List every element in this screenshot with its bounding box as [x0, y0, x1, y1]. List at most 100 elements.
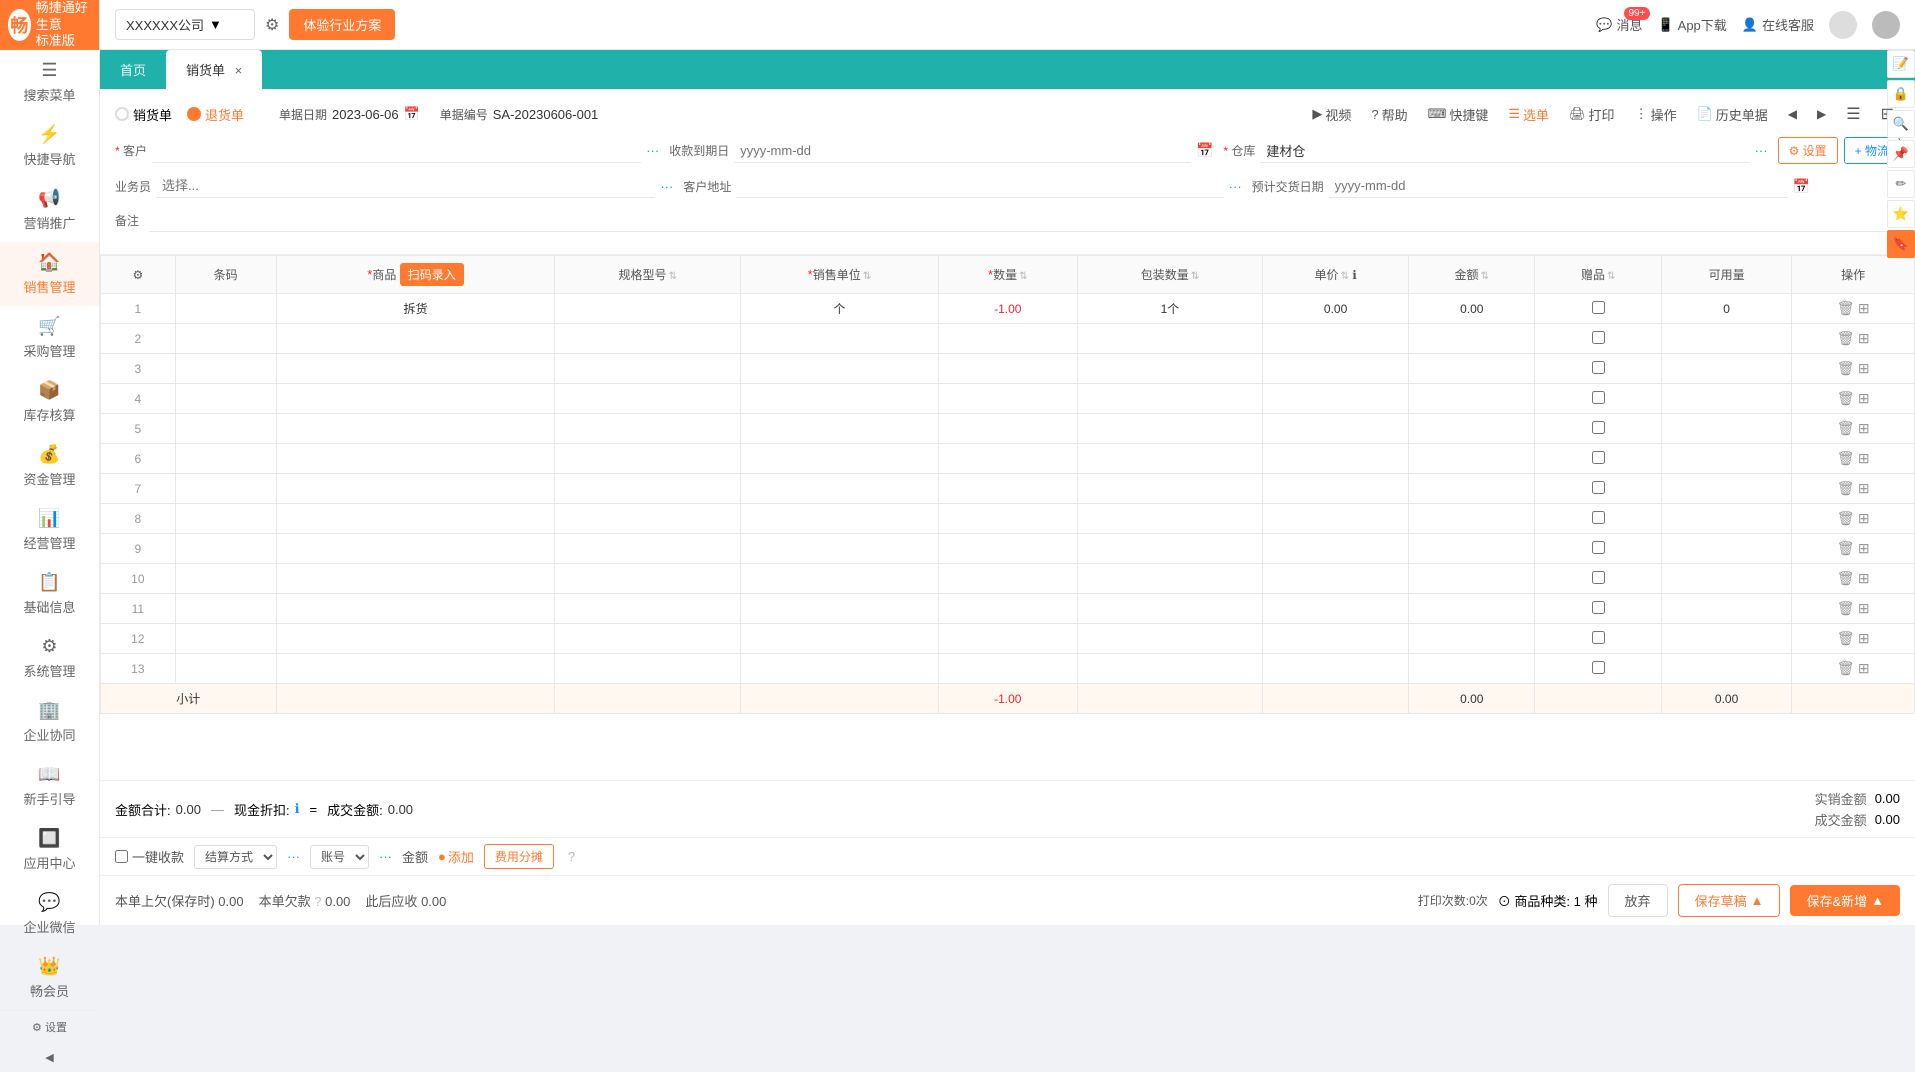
row-unit[interactable] [740, 534, 938, 564]
sidebar-item-basic-info[interactable]: 📋基础信息 [0, 562, 99, 626]
select-btn[interactable]: ☰ 选单 [1502, 102, 1555, 127]
add-btn[interactable]: ● 添加 [438, 847, 474, 866]
history-btn[interactable]: 📄 历史单据 [1691, 102, 1774, 127]
row-barcode[interactable] [175, 384, 276, 414]
row-gift[interactable] [1535, 324, 1661, 354]
row-unit-price[interactable] [1263, 534, 1409, 564]
tab-close-icon[interactable]: × [235, 63, 243, 78]
tab-sales[interactable]: 销货单 × [166, 50, 262, 89]
row-barcode[interactable] [175, 474, 276, 504]
row-product[interactable] [276, 324, 555, 354]
settings-icon[interactable]: ⚙ [265, 15, 279, 35]
row-barcode[interactable] [175, 654, 276, 684]
salesperson-input[interactable] [156, 174, 655, 198]
salesperson-more-icon[interactable]: ··· [660, 179, 673, 194]
row-qty[interactable] [938, 384, 1077, 414]
delete-row-icon[interactable]: 🗑 [1837, 600, 1855, 616]
delete-row-icon[interactable]: 🗑 [1837, 480, 1855, 496]
row-amount[interactable] [1409, 444, 1535, 474]
discount-info-icon[interactable]: ℹ [295, 801, 300, 817]
customer-input[interactable] [152, 139, 641, 163]
row-spec[interactable] [555, 534, 740, 564]
row-unit-price[interactable] [1263, 654, 1409, 684]
delete-row-icon[interactable]: 🗑 [1837, 540, 1855, 556]
row-spec[interactable] [555, 654, 740, 684]
delete-row-icon[interactable]: 🗑 [1837, 570, 1855, 586]
row-gift[interactable] [1535, 444, 1661, 474]
row-unit[interactable] [740, 624, 938, 654]
calendar-icon[interactable]: 📅 [404, 106, 420, 122]
row-pack-qty[interactable] [1077, 594, 1262, 624]
row-spec[interactable] [555, 354, 740, 384]
customer-addr-input[interactable] [736, 174, 1223, 198]
next-btn[interactable]: ▶ [1811, 104, 1832, 124]
row-qty[interactable] [938, 444, 1077, 474]
tab-home[interactable]: 首页 [100, 50, 166, 89]
row-spec[interactable] [555, 474, 740, 504]
sidebar-item-app-center[interactable]: 🔲应用中心 [0, 818, 99, 882]
row-product[interactable] [276, 654, 555, 684]
sidebar-item-search[interactable]: ☰搜索菜单 [0, 50, 99, 114]
rp-icon4[interactable]: 📌 [1887, 140, 1915, 168]
row-unit[interactable] [740, 384, 938, 414]
row-amount[interactable] [1409, 564, 1535, 594]
row-pack-qty[interactable] [1077, 624, 1262, 654]
list-view-btn[interactable]: ☰ [1840, 101, 1866, 127]
row-spec[interactable] [555, 504, 740, 534]
copy-row-icon[interactable]: ⊞ [1858, 390, 1870, 406]
row-spec[interactable] [555, 624, 740, 654]
row-qty[interactable] [938, 324, 1077, 354]
row-spec[interactable] [555, 564, 740, 594]
row-amount[interactable] [1409, 654, 1535, 684]
fee-help-icon[interactable]: ? [568, 849, 575, 864]
row-gift[interactable] [1535, 534, 1661, 564]
col-settings-header[interactable]: ⚙ [101, 256, 176, 294]
row-unit[interactable]: 个 [740, 294, 938, 324]
save-new-btn[interactable]: 保存&新增 ▲ [1790, 885, 1900, 916]
row-gift[interactable] [1535, 654, 1661, 684]
sidebar-item-purchase-mgmt[interactable]: 🛒采购管理 [0, 306, 99, 370]
row-unit-price[interactable] [1263, 624, 1409, 654]
copy-row-icon[interactable]: ⊞ [1858, 360, 1870, 376]
shortcut-btn[interactable]: ⌨ 快捷键 [1422, 102, 1495, 127]
row-product[interactable] [276, 504, 555, 534]
video-btn[interactable]: ▶ 视频 [1306, 102, 1357, 127]
row-amount[interactable] [1409, 504, 1535, 534]
copy-row-icon[interactable]: ⊞ [1858, 660, 1870, 676]
row-gift[interactable] [1535, 624, 1661, 654]
sidebar-settings[interactable]: ⚙ 设置 [0, 1011, 99, 1043]
avatar[interactable] [1829, 11, 1857, 39]
row-qty[interactable] [938, 354, 1077, 384]
row-unit[interactable] [740, 324, 938, 354]
payment-account-select[interactable]: 账号 [310, 845, 369, 869]
row-product[interactable] [276, 414, 555, 444]
sidebar-item-marketing[interactable]: 📢营销推广 [0, 178, 99, 242]
delete-row-icon[interactable]: 🗑 [1837, 360, 1855, 376]
one-click-pay-checkbox[interactable] [115, 850, 128, 863]
abandon-btn[interactable]: 放弃 [1608, 884, 1668, 917]
row-unit[interactable] [740, 654, 938, 684]
copy-row-icon[interactable]: ⊞ [1858, 480, 1870, 496]
row-unit-price[interactable] [1263, 564, 1409, 594]
warehouse-input[interactable] [1260, 139, 1749, 163]
row-amount[interactable] [1409, 624, 1535, 654]
row-gift[interactable] [1535, 384, 1661, 414]
rp-icon6[interactable]: ⭐ [1887, 200, 1915, 228]
delete-row-icon[interactable]: 🗑 [1837, 660, 1855, 676]
row-barcode[interactable] [175, 354, 276, 384]
row-unit-price[interactable] [1263, 384, 1409, 414]
row-unit-price[interactable] [1263, 444, 1409, 474]
row-product[interactable] [276, 354, 555, 384]
rp-icon1[interactable]: 📝 [1887, 50, 1915, 78]
row-pack-qty[interactable] [1077, 534, 1262, 564]
operation-btn[interactable]: ⋮ 操作 [1629, 102, 1683, 127]
app-download-btn[interactable]: 📱 App下载 [1657, 15, 1726, 34]
row-barcode[interactable] [175, 534, 276, 564]
rp-icon2[interactable]: 🔒 [1887, 80, 1915, 108]
copy-row-icon[interactable]: ⊞ [1858, 300, 1870, 316]
sidebar-item-business[interactable]: 📊经营管理 [0, 498, 99, 562]
row-barcode[interactable] [175, 444, 276, 474]
settings-btn[interactable]: ⚙ 设置 [1778, 137, 1838, 164]
delivery-date-input[interactable] [1329, 174, 1788, 198]
row-product[interactable] [276, 444, 555, 474]
